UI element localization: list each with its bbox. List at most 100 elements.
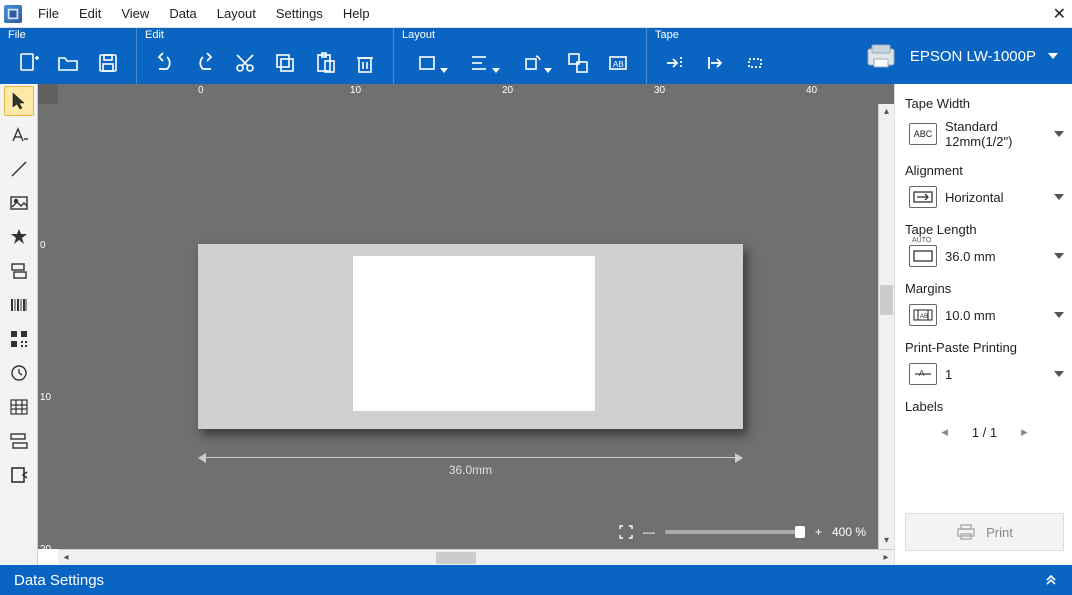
dimension-value: 36.0mm	[198, 463, 743, 477]
ruler-horizontal: 0 10 20 30 40	[38, 84, 894, 104]
svg-text:AB: AB	[613, 60, 624, 69]
tape-width-value1: Standard	[945, 119, 1046, 134]
scroll-down-icon[interactable]: ▾	[879, 533, 894, 549]
menu-file[interactable]: File	[28, 3, 69, 24]
prop-tape-length-label: Tape Length	[905, 222, 1064, 237]
tape-width-icon: ABC	[909, 123, 937, 145]
close-icon[interactable]: ✕	[1053, 4, 1066, 24]
labels-nav: ◂ 1 / 1 ▸	[905, 418, 1064, 454]
rotate-button[interactable]	[510, 47, 554, 79]
tape-length-icon: AUTO	[909, 245, 937, 267]
ribbon-group-edit-label: Edit	[141, 28, 389, 42]
ruler-v-tick: 10	[40, 392, 51, 403]
ribbon: File Edit Layout AB Tape	[0, 28, 1072, 84]
tape-cut-button[interactable]	[699, 47, 731, 79]
tool-text[interactable]	[4, 120, 34, 150]
labels-next-button[interactable]: ▸	[1021, 424, 1028, 440]
group-button[interactable]	[562, 47, 594, 79]
prop-margins-label: Margins	[905, 281, 1064, 296]
print-button[interactable]: Print	[905, 513, 1064, 551]
zoom-value: 400 %	[832, 525, 866, 539]
redo-button[interactable]	[189, 47, 221, 79]
app-icon	[4, 5, 22, 23]
ruler-h-tick: 10	[350, 85, 361, 96]
prop-printpaste-label: Print-Paste Printing	[905, 340, 1064, 355]
print-icon	[956, 523, 976, 541]
alignment-value: Horizontal	[945, 190, 1046, 205]
ribbon-group-file: File	[0, 28, 136, 84]
scroll-right-icon[interactable]: ▸	[878, 552, 894, 563]
arrange-button[interactable]	[406, 47, 450, 79]
label-printable-area[interactable]	[353, 256, 595, 411]
canvas-area: 0 10 20 30 40 0 10 20 36.0mm	[38, 84, 894, 565]
menu-view[interactable]: View	[111, 3, 159, 24]
scroll-left-icon[interactable]: ◂	[58, 552, 74, 563]
delete-button[interactable]	[349, 47, 381, 79]
zoom-out-button[interactable]: —	[643, 525, 655, 539]
ruler-h-tick: 0	[198, 85, 204, 96]
copy-button[interactable]	[269, 47, 301, 79]
ruler-vertical: 0 10 20	[38, 104, 58, 549]
print-button-label: Print	[986, 525, 1013, 540]
printpaste-value: 1	[945, 367, 1046, 382]
tool-import[interactable]	[4, 460, 34, 490]
margins-icon: AB	[909, 304, 937, 326]
prop-alignment[interactable]: Horizontal	[905, 182, 1064, 218]
tool-tapes[interactable]	[4, 426, 34, 456]
tool-line[interactable]	[4, 154, 34, 184]
prop-tape-width[interactable]: ABC Standard 12mm(1/2")	[905, 115, 1064, 159]
tape-feed-button[interactable]	[659, 47, 691, 79]
chevron-down-icon	[1054, 253, 1064, 259]
work-area: 0 10 20 30 40 0 10 20 36.0mm	[0, 84, 1072, 565]
paste-button[interactable]	[309, 47, 341, 79]
collapse-icon[interactable]	[1044, 571, 1058, 585]
new-button[interactable]	[12, 47, 44, 79]
printer-selector[interactable]: EPSON LW-1000P	[846, 28, 1072, 84]
open-button[interactable]	[52, 47, 84, 79]
prop-printpaste[interactable]: A 1	[905, 359, 1064, 395]
printer-icon	[864, 39, 898, 73]
margins-value: 10.0 mm	[945, 308, 1046, 323]
menu-help[interactable]: Help	[333, 3, 380, 24]
save-button[interactable]	[92, 47, 124, 79]
canvas[interactable]: 36.0mm — + 400 %	[58, 104, 878, 549]
menu-data[interactable]: Data	[159, 3, 206, 24]
labels-prev-button[interactable]: ◂	[941, 424, 948, 440]
zoom-in-button[interactable]: +	[815, 525, 822, 539]
tool-image[interactable]	[4, 188, 34, 218]
chevron-down-icon	[1054, 312, 1064, 318]
menu-settings[interactable]: Settings	[266, 3, 333, 24]
scrollbar-horizontal[interactable]: ◂ ▸	[58, 549, 894, 565]
undo-button[interactable]	[149, 47, 181, 79]
menu-layout[interactable]: Layout	[207, 3, 266, 24]
cut-button[interactable]	[229, 47, 261, 79]
tool-datetime[interactable]	[4, 358, 34, 388]
ribbon-group-tape-label: Tape	[651, 28, 779, 42]
tool-select[interactable]	[4, 86, 34, 116]
ruler-v-tick: 0	[40, 240, 46, 251]
menu-bar: File Edit View Data Layout Settings Help…	[0, 0, 1072, 28]
tool-shape[interactable]	[4, 222, 34, 252]
dimension-line: 36.0mm	[198, 449, 743, 469]
zoom-slider[interactable]	[665, 530, 805, 534]
tool-table[interactable]	[4, 392, 34, 422]
chevron-down-icon	[1048, 53, 1058, 59]
prop-tape-length[interactable]: AUTO 36.0 mm	[905, 241, 1064, 277]
scrollbar-vertical[interactable]: ▴ ▾	[878, 104, 894, 549]
tool-layers[interactable]	[4, 256, 34, 286]
tool-qrcode[interactable]	[4, 324, 34, 354]
prop-margins[interactable]: AB 10.0 mm	[905, 300, 1064, 336]
svg-text:A: A	[919, 369, 925, 378]
toolbox	[0, 84, 38, 565]
label-tape[interactable]	[198, 244, 743, 429]
tape-label-button[interactable]	[739, 47, 771, 79]
frame-button[interactable]: AB	[602, 47, 634, 79]
align-button[interactable]	[458, 47, 502, 79]
chevron-down-icon	[1054, 131, 1064, 137]
tool-barcode[interactable]	[4, 290, 34, 320]
ribbon-group-tape: Tape	[646, 28, 783, 84]
scroll-up-icon[interactable]: ▴	[879, 104, 894, 120]
fullscreen-icon[interactable]	[619, 525, 633, 539]
bottom-bar[interactable]: Data Settings	[0, 565, 1072, 595]
menu-edit[interactable]: Edit	[69, 3, 111, 24]
